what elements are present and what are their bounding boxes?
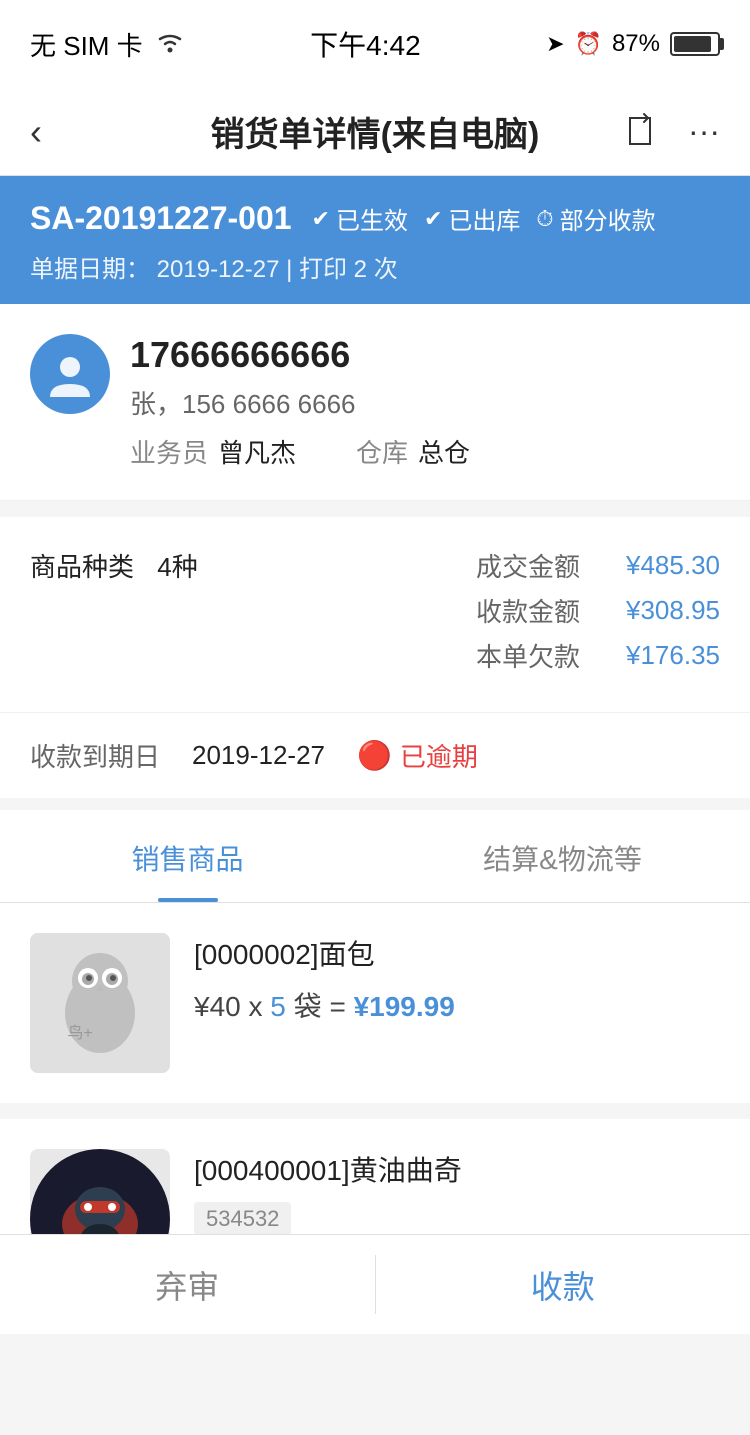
bottom-bar: 弃审 收款 <box>0 1234 750 1334</box>
amount-line: 成交金额 ¥485.30 <box>476 547 720 584</box>
receipt-line: 收款金额 ¥308.95 <box>476 592 720 629</box>
customer-name-phone: 张，156 6666 6666 <box>130 384 720 421</box>
tab-sales[interactable]: 销售商品 <box>0 810 375 902</box>
order-number: SA-20191227-001 <box>30 200 292 237</box>
stats-right: 成交金额 ¥485.30 收款金额 ¥308.95 本单欠款 ¥176.35 <box>476 547 720 682</box>
checkmark-icon-1: ✔ <box>312 206 330 232</box>
status-badges: ✔ 已生效 ✔ 已出库 ⏱ 部分收款 <box>312 201 656 236</box>
stats-section: 商品种类 4种 成交金额 ¥485.30 收款金额 ¥308.95 本单欠款 ¥… <box>0 517 750 713</box>
back-button[interactable]: ‹ <box>30 111 62 153</box>
warehouse-label: 仓库 <box>356 433 408 470</box>
svg-text:鸟+: 鸟+ <box>67 1024 92 1042</box>
status-time: 下午4:42 <box>310 24 421 64</box>
share-button[interactable] <box>622 110 658 154</box>
customer-avatar <box>30 334 110 414</box>
product-types: 商品种类 4种 <box>30 547 198 584</box>
warning-icon: 🔴 <box>357 739 392 772</box>
product-name-2: [000400001]黄油曲奇 <box>194 1149 720 1189</box>
tab-settlement[interactable]: 结算&物流等 <box>375 810 750 902</box>
status-bar: 无 SIM 卡 下午4:42 ➤ ⏰ 87% <box>0 0 750 88</box>
checkmark-icon-2: ✔ <box>424 206 442 232</box>
customer-meta: 业务员 曾凡杰 仓库 总仓 <box>130 433 720 470</box>
status-badge-partial: ⏱ 部分收款 <box>536 201 655 236</box>
status-badge-shipped: ✔ 已出库 <box>424 201 520 236</box>
alarm-icon: ⏰ <box>575 31 602 57</box>
product-tag-2: 534532 <box>194 1202 291 1236</box>
overdue-badge: 🔴 已逾期 <box>357 737 478 774</box>
page-title: 销货单详情(来自电脑) <box>211 107 540 156</box>
customer-section: 17666666666 张，156 6666 6666 业务员 曾凡杰 仓库 总… <box>0 304 750 501</box>
nav-actions: ··· <box>622 110 720 154</box>
overdue-label: 已逾期 <box>400 737 478 774</box>
product-item: 鸟+ [0000002]面包 ¥40 x 5 袋 = ¥199.99 <box>0 903 750 1103</box>
product-name-1: [0000002]面包 <box>194 933 720 973</box>
due-label: 收款到期日 <box>30 737 160 774</box>
product-price-1: ¥40 x 5 袋 = ¥199.99 <box>194 985 720 1025</box>
clock-icon: ⏱ <box>536 206 553 232</box>
product-image-1: 鸟+ <box>30 933 170 1073</box>
tabs-bar: 销售商品 结算&物流等 <box>0 810 750 903</box>
wifi-icon <box>155 29 185 60</box>
status-right: ➤ ⏰ 87% <box>546 30 720 58</box>
carrier-label: 无 SIM 卡 <box>30 26 143 63</box>
sales-label: 业务员 <box>130 433 208 470</box>
nav-bar: ‹ 销货单详情(来自电脑) ··· <box>0 88 750 176</box>
warehouse-value: 总仓 <box>418 433 470 470</box>
order-date: 单据日期： 2019-12-27 | 打印 2 次 <box>30 249 720 284</box>
stats-left: 商品种类 4种 <box>30 547 198 588</box>
battery-indicator <box>670 32 720 56</box>
due-section: 收款到期日 2019-12-27 🔴 已逾期 <box>0 713 750 810</box>
balance-line: 本单欠款 ¥176.35 <box>476 637 720 674</box>
customer-id: 17666666666 <box>130 334 720 376</box>
order-banner: SA-20191227-001 ✔ 已生效 ✔ 已出库 ⏱ 部分收款 单据日期：… <box>0 176 750 304</box>
status-left: 无 SIM 卡 <box>30 26 185 63</box>
divider-1 <box>0 501 750 517</box>
location-icon: ➤ <box>546 31 564 57</box>
sales-meta: 业务员 曾凡杰 <box>130 433 296 470</box>
warehouse-meta: 仓库 总仓 <box>356 433 470 470</box>
more-button[interactable]: ··· <box>688 113 720 150</box>
due-date: 2019-12-27 <box>192 740 325 771</box>
sales-value: 曾凡杰 <box>218 433 296 470</box>
status-badge-effective: ✔ 已生效 <box>312 201 408 236</box>
confirm-button[interactable]: 收款 <box>376 1235 750 1334</box>
product-details-1: [0000002]面包 ¥40 x 5 袋 = ¥199.99 <box>194 933 720 1025</box>
cancel-button[interactable]: 弃审 <box>0 1235 375 1334</box>
battery-percent: 87% <box>612 30 660 58</box>
customer-info: 17666666666 张，156 6666 6666 业务员 曾凡杰 仓库 总… <box>130 334 720 470</box>
